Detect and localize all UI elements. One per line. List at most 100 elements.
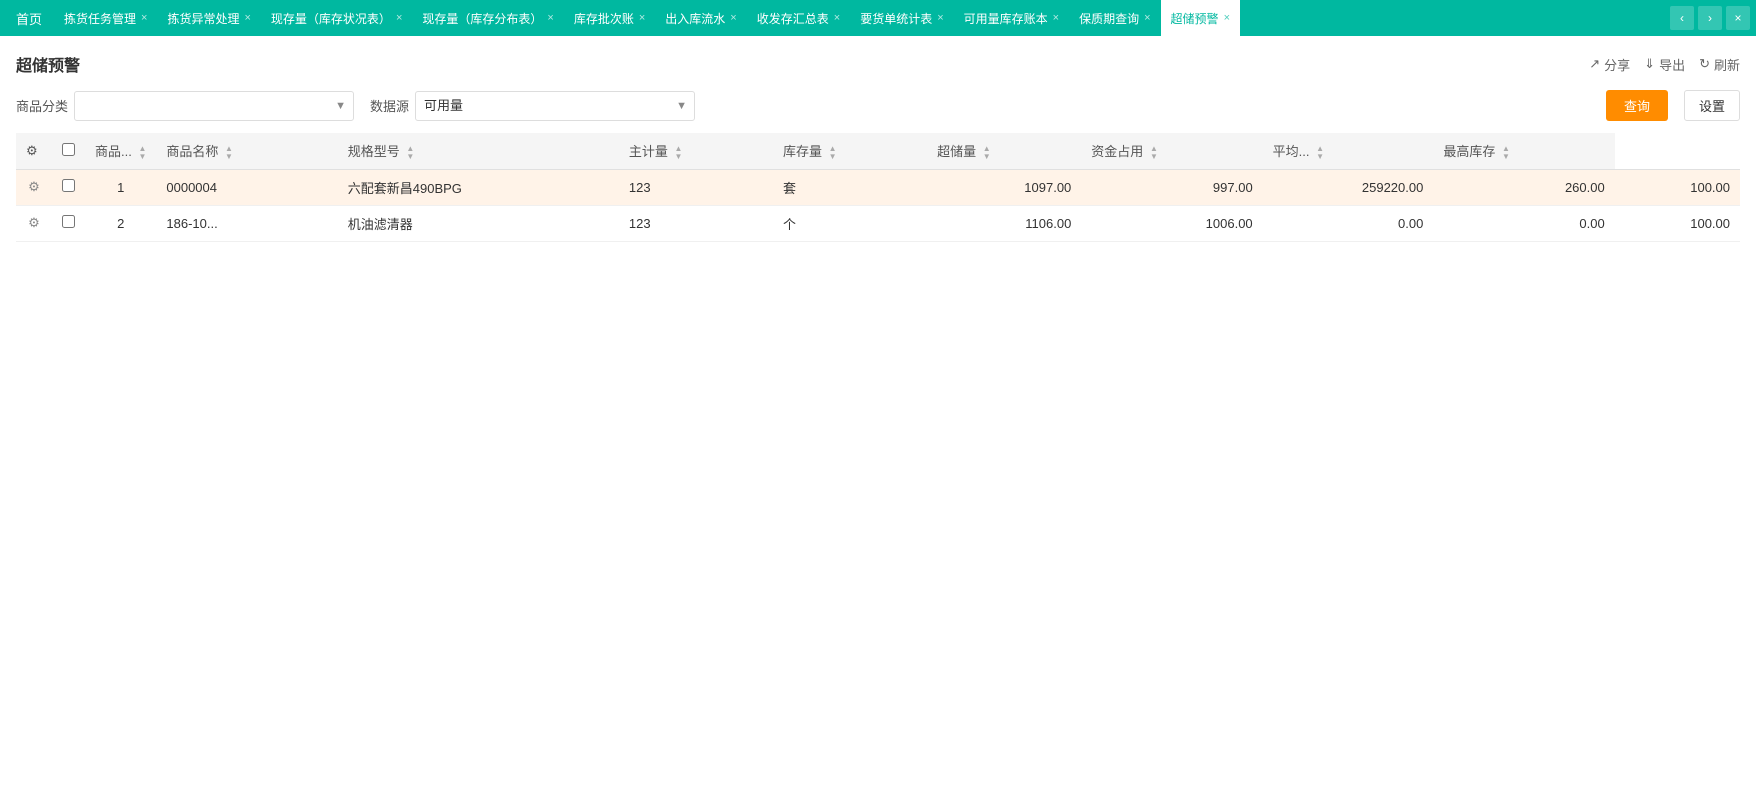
- sort-arrows-spec: ▲▼: [406, 145, 414, 161]
- nav-tab-保质期查询[interactable]: 保质期查询×: [1069, 0, 1160, 36]
- close-tab-icon[interactable]: ×: [834, 12, 840, 24]
- close-tab-icon[interactable]: ×: [547, 12, 553, 24]
- nav-tab-拣货异常处理[interactable]: 拣货异常处理×: [157, 0, 260, 36]
- column-stock[interactable]: 库存量 ▲▼: [773, 133, 927, 169]
- row-stock: 1097.00: [927, 169, 1081, 205]
- row-product-name: 六配套新昌490BPG: [338, 169, 619, 205]
- query-button[interactable]: 查询: [1606, 90, 1668, 121]
- page-content: 超储预警 ↗ 分享 ⇓ 导出 ↻ 刷新 商品分类 ▼: [0, 36, 1756, 800]
- export-button[interactable]: ⇓ 导出: [1644, 55, 1685, 74]
- sort-arrows-unit: ▲▼: [675, 145, 683, 161]
- row-gear-icon[interactable]: ⚙: [28, 215, 40, 230]
- category-filter: 商品分类 ▼: [16, 91, 354, 121]
- close-tab-icon[interactable]: ×: [141, 12, 147, 24]
- row-gear-icon[interactable]: ⚙: [28, 179, 40, 194]
- column-avg[interactable]: 平均... ▲▼: [1263, 133, 1434, 169]
- select-all-checkbox[interactable]: [62, 143, 75, 156]
- table-row: ⚙ 2 186-10... 机油滤清器 123 个 1106.00 1006.0…: [16, 205, 1740, 241]
- sort-arrows-capital: ▲▼: [1150, 145, 1158, 161]
- nav-tab-可用量库存账本[interactable]: 可用量库存账本×: [954, 0, 1069, 36]
- row-overstock: 997.00: [1081, 169, 1262, 205]
- top-nav: 首页 拣货任务管理×拣货异常处理×现存量（库存状况表）×现存量（库存分布表）×库…: [0, 0, 1756, 36]
- row-stock: 1106.00: [927, 205, 1081, 241]
- share-button[interactable]: ↗ 分享: [1589, 55, 1630, 74]
- row-index: 2: [85, 205, 156, 241]
- row-checkbox[interactable]: [62, 215, 75, 228]
- table-header-row: ⚙ 商品... ▲▼ 商品名称 ▲▼ 规格型号 ▲▼ 主计: [16, 133, 1740, 169]
- row-checkbox[interactable]: [62, 179, 75, 192]
- header-actions: ↗ 分享 ⇓ 导出 ↻ 刷新: [1589, 55, 1740, 74]
- datasource-label: 数据源: [370, 96, 409, 115]
- row-capital: 0.00: [1263, 205, 1434, 241]
- nav-menu-button[interactable]: ×: [1726, 6, 1750, 30]
- sort-arrows-product-name: ▲▼: [225, 145, 233, 161]
- nav-tab-超储预警[interactable]: 超储预警×: [1161, 0, 1240, 36]
- datasource-filter: 数据源 可用量 ▼: [370, 91, 695, 121]
- row-unit: 个: [773, 205, 927, 241]
- nav-tab-现存量库存分布表[interactable]: 现存量（库存分布表）×: [412, 0, 563, 36]
- column-product-name[interactable]: 商品名称 ▲▼: [156, 133, 337, 169]
- row-capital: 259220.00: [1263, 169, 1434, 205]
- row-gear-cell[interactable]: ⚙: [16, 169, 52, 205]
- category-select-wrapper: ▼: [74, 91, 354, 121]
- filter-row: 商品分类 ▼ 数据源 可用量 ▼ 查询 设置: [16, 90, 1740, 121]
- row-spec: 123: [619, 169, 773, 205]
- close-tab-icon[interactable]: ×: [396, 12, 402, 24]
- column-overstock[interactable]: 超储量 ▲▼: [927, 133, 1081, 169]
- refresh-button[interactable]: ↻ 刷新: [1699, 55, 1740, 74]
- nav-tab-拣货任务管理[interactable]: 拣货任务管理×: [54, 0, 157, 36]
- close-tab-icon[interactable]: ×: [1053, 12, 1059, 24]
- close-tab-icon[interactable]: ×: [937, 12, 943, 24]
- row-overstock: 1006.00: [1081, 205, 1262, 241]
- row-max-stock: 100.00: [1615, 169, 1740, 205]
- category-select[interactable]: [74, 91, 354, 121]
- category-label: 商品分类: [16, 96, 68, 115]
- nav-tab-现存量库存状况表[interactable]: 现存量（库存状况表）×: [261, 0, 412, 36]
- column-product-code[interactable]: 商品... ▲▼: [85, 133, 156, 169]
- close-tab-icon[interactable]: ×: [639, 12, 645, 24]
- gear-icon[interactable]: ⚙: [26, 143, 38, 158]
- table-row: ⚙ 1 0000004 六配套新昌490BPG 123 套 1097.00 99…: [16, 169, 1740, 205]
- nav-home[interactable]: 首页: [4, 0, 54, 36]
- row-product-code: 0000004: [156, 169, 337, 205]
- row-avg: 260.00: [1433, 169, 1614, 205]
- column-select-all[interactable]: [52, 133, 85, 169]
- row-checkbox-cell[interactable]: [52, 205, 85, 241]
- row-index: 1: [85, 169, 156, 205]
- column-unit[interactable]: 主计量 ▲▼: [619, 133, 773, 169]
- row-gear-cell[interactable]: ⚙: [16, 205, 52, 241]
- sort-arrows-overstock: ▲▼: [983, 145, 991, 161]
- export-icon: ⇓: [1644, 56, 1655, 72]
- sort-arrows-product-code: ▲▼: [138, 145, 146, 161]
- row-spec: 123: [619, 205, 773, 241]
- sort-arrows-avg: ▲▼: [1316, 145, 1324, 161]
- datasource-select-wrapper: 可用量 ▼: [415, 91, 695, 121]
- sort-arrows-stock: ▲▼: [829, 145, 837, 161]
- close-tab-icon[interactable]: ×: [1224, 12, 1230, 24]
- nav-tab-库存批次账[interactable]: 库存批次账×: [564, 0, 655, 36]
- nav-tab-收发存汇总表[interactable]: 收发存汇总表×: [747, 0, 850, 36]
- row-unit: 套: [773, 169, 927, 205]
- nav-arrows: ‹ › ×: [1668, 6, 1752, 30]
- close-tab-icon[interactable]: ×: [1144, 12, 1150, 24]
- page-title: 超储预警: [16, 52, 80, 76]
- column-max-stock[interactable]: 最高库存 ▲▼: [1433, 133, 1614, 169]
- nav-tab-要货单统计表[interactable]: 要货单统计表×: [850, 0, 953, 36]
- page-header: 超储预警 ↗ 分享 ⇓ 导出 ↻ 刷新: [16, 52, 1740, 76]
- row-avg: 0.00: [1433, 205, 1614, 241]
- settings-button[interactable]: 设置: [1684, 90, 1740, 121]
- refresh-icon: ↻: [1699, 56, 1710, 72]
- nav-prev-button[interactable]: ‹: [1670, 6, 1694, 30]
- row-product-code: 186-10...: [156, 205, 337, 241]
- sort-arrows-max-stock: ▲▼: [1502, 145, 1510, 161]
- nav-next-button[interactable]: ›: [1698, 6, 1722, 30]
- close-tab-icon[interactable]: ×: [244, 12, 250, 24]
- datasource-select[interactable]: 可用量: [415, 91, 695, 121]
- close-tab-icon[interactable]: ×: [730, 12, 736, 24]
- row-checkbox-cell[interactable]: [52, 169, 85, 205]
- column-spec[interactable]: 规格型号 ▲▼: [338, 133, 619, 169]
- column-capital[interactable]: 资金占用 ▲▼: [1081, 133, 1262, 169]
- nav-tab-出入库流水[interactable]: 出入库流水×: [655, 0, 746, 36]
- column-gear[interactable]: ⚙: [16, 133, 52, 169]
- row-product-name: 机油滤清器: [338, 205, 619, 241]
